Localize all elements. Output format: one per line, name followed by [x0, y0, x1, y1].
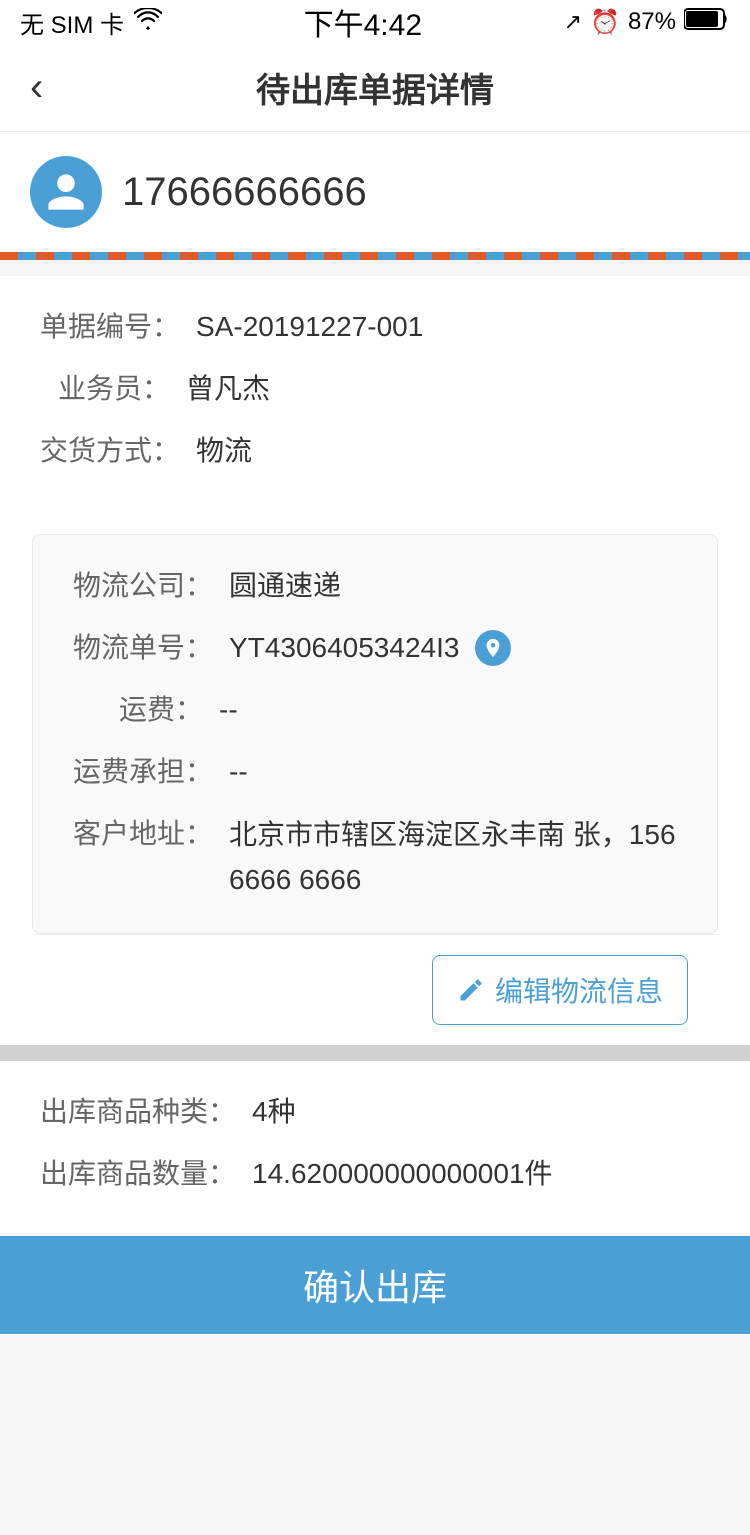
status-left: 无 SIM 卡 [20, 5, 162, 40]
status-right: ↗ ⏰ 87% [564, 7, 730, 38]
decorative-border [0, 252, 750, 260]
battery-icon [684, 7, 730, 38]
nav-bar: ‹ 待出库单据详情 [0, 44, 750, 132]
edit-btn-container: 编辑物流信息 [32, 934, 718, 1045]
address-row: 客户地址： 北京市市辖区海淀区永丰南 张，156 6666 6666 [73, 813, 677, 903]
delivery-method-row: 交货方式： 物流 [40, 430, 710, 472]
logistics-company-value: 圆通速递 [229, 565, 677, 607]
goods-types-label: 出库商品种类： [40, 1091, 236, 1133]
goods-types-value: 4种 [252, 1091, 710, 1133]
map-pin-icon [482, 637, 504, 659]
user-icon [44, 170, 88, 214]
order-number-value: SA-20191227-001 [196, 306, 710, 348]
freight-row: 运费： -- [73, 689, 677, 731]
carrier-text: 无 SIM 卡 [20, 5, 124, 40]
freight-bearer-label: 运费承担： [73, 751, 213, 793]
sales-person-row: 业务员： 曾凡杰 [40, 368, 710, 410]
confirm-btn-bar[interactable]: 确认出库 [0, 1236, 750, 1334]
freight-label: 运费： [73, 689, 203, 731]
order-info-section: 单据编号： SA-20191227-001 业务员： 曾凡杰 交货方式： 物流 [0, 276, 750, 502]
freight-bearer-row: 运费承担： -- [73, 751, 677, 793]
logistics-tracking-label: 物流单号： [73, 627, 213, 669]
status-time: 下午4:42 [304, 0, 422, 44]
logistics-tracking-row: 物流单号： YT43064053424I3 [73, 627, 677, 669]
edit-logistics-label: 编辑物流信息 [495, 970, 663, 1010]
edit-icon [457, 976, 485, 1004]
goods-types-row: 出库商品种类： 4种 [40, 1091, 710, 1133]
alarm-icon: ⏰ [590, 8, 620, 37]
edit-logistics-button[interactable]: 编辑物流信息 [432, 955, 688, 1025]
wifi-icon [134, 8, 162, 37]
address-label: 客户地址： [73, 813, 213, 855]
customer-header: 17666666666 [0, 132, 750, 252]
back-button[interactable]: ‹ [30, 65, 43, 110]
avatar [30, 156, 102, 228]
delivery-method-value: 物流 [196, 430, 710, 472]
address-value: 北京市市辖区海淀区永丰南 张，156 6666 6666 [229, 813, 677, 903]
sales-person-value: 曾凡杰 [186, 368, 710, 410]
goods-quantity-row: 出库商品数量： 14.620000000000001件 [40, 1153, 710, 1195]
goods-quantity-value: 14.620000000000001件 [252, 1153, 710, 1195]
freight-bearer-value: -- [229, 751, 677, 793]
page-title: 待出库单据详情 [256, 63, 494, 112]
section-separator [0, 1045, 750, 1061]
freight-value: -- [219, 689, 677, 731]
logistics-company-row: 物流公司： 圆通速递 [73, 565, 677, 607]
status-bar: 无 SIM 卡 下午4:42 ↗ ⏰ 87% [0, 0, 750, 44]
tracking-number: YT43064053424I3 [229, 627, 459, 669]
goods-quantity-label: 出库商品数量： [40, 1153, 236, 1195]
location-status-icon: ↗ [564, 9, 582, 35]
battery-text: 87% [628, 8, 676, 36]
goods-section: 出库商品种类： 4种 出库商品数量： 14.620000000000001件 [0, 1061, 750, 1225]
logistics-section: 物流公司： 圆通速递 物流单号： YT43064053424I3 运费： -- … [32, 534, 718, 934]
logistics-tracking-value: YT43064053424I3 [229, 627, 677, 669]
sales-person-label: 业务员： [40, 368, 170, 410]
confirm-btn-text: 确认出库 [303, 1259, 447, 1311]
customer-phone: 17666666666 [122, 170, 367, 215]
track-location-button[interactable] [475, 630, 511, 666]
delivery-method-label: 交货方式： [40, 430, 180, 472]
order-number-label: 单据编号： [40, 306, 180, 348]
footer-space [0, 1335, 750, 1535]
order-number-row: 单据编号： SA-20191227-001 [40, 306, 710, 348]
logistics-company-label: 物流公司： [73, 565, 213, 607]
